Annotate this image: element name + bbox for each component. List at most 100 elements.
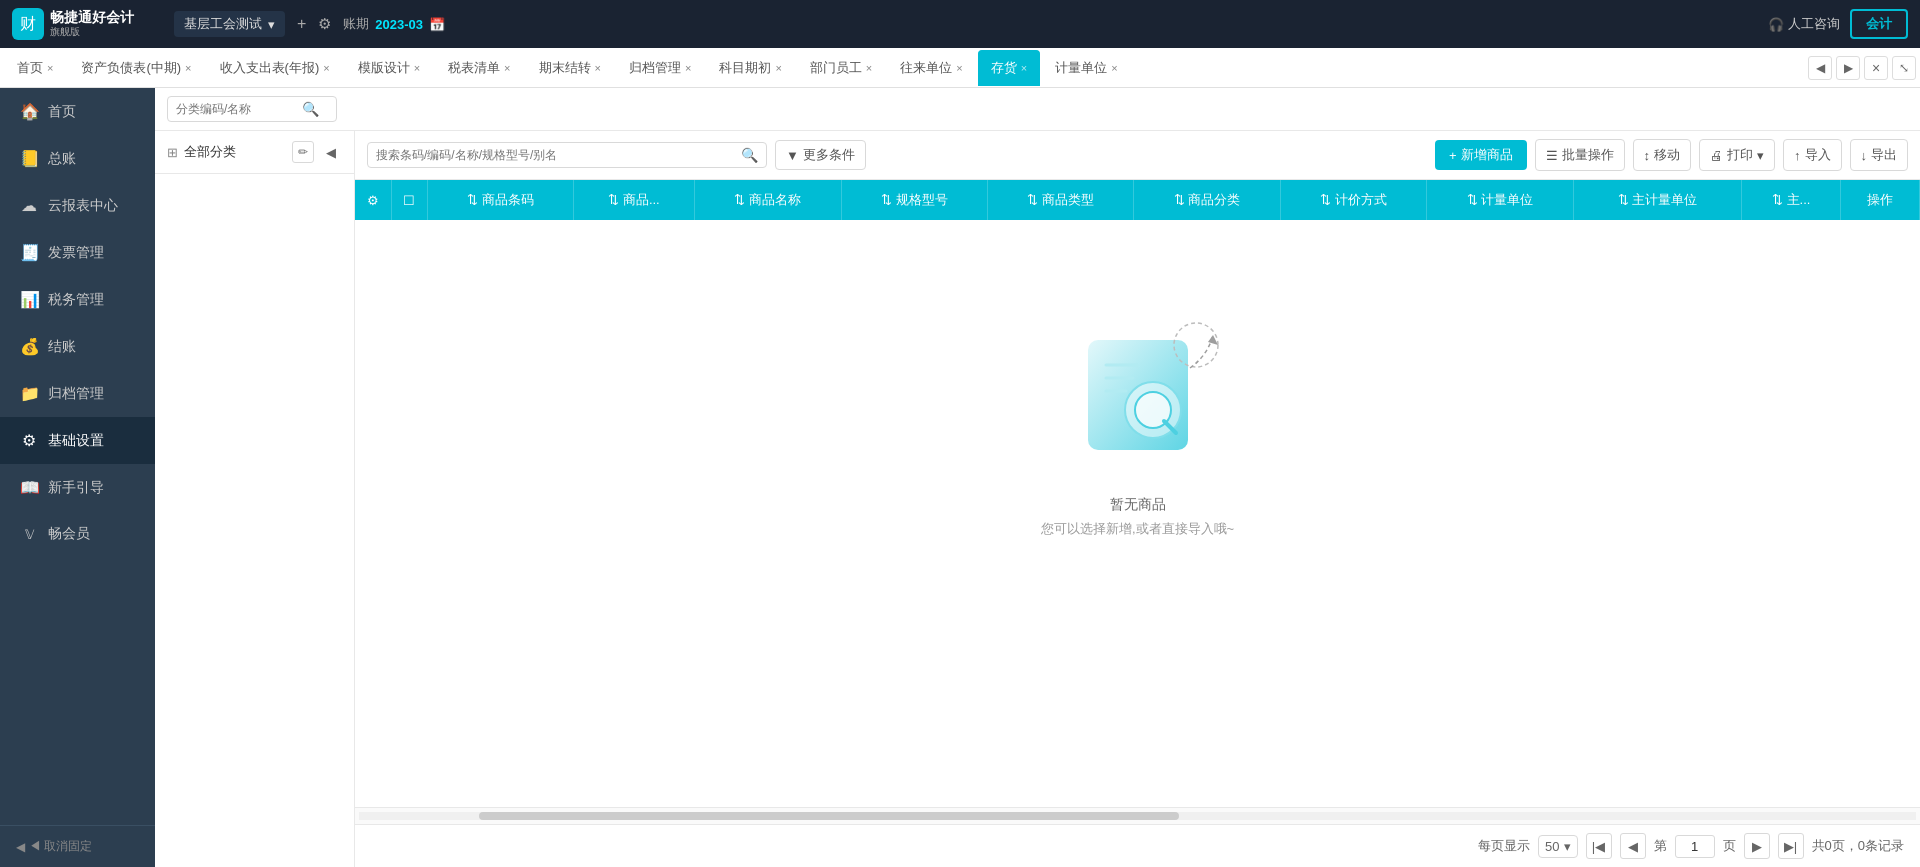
category-search-box[interactable]: 🔍: [167, 96, 337, 122]
tab-template-close[interactable]: ×: [414, 62, 420, 74]
empty-sub-text: 您可以选择新增,或者直接导入哦~: [1041, 520, 1234, 538]
tab-period-close[interactable]: ×: [595, 62, 601, 74]
tab-prev-btn[interactable]: ◀: [1808, 56, 1832, 80]
page-first-btn[interactable]: |◀: [1586, 833, 1612, 859]
content-split: ⊞ 全部分类 ✏ ◀: [155, 131, 1920, 867]
sidebar-item-guide[interactable]: 📖 新手引导: [0, 464, 155, 511]
scrollbar-track[interactable]: [479, 812, 1179, 820]
tab-tax-close[interactable]: ×: [504, 62, 510, 74]
tab-archive-close[interactable]: ×: [685, 62, 691, 74]
tab-balance-sheet-close[interactable]: ×: [185, 62, 191, 74]
ai-consult-btn[interactable]: 🎧 人工咨询: [1768, 15, 1840, 33]
th-main-unit[interactable]: ⇅ 主计量单位: [1573, 180, 1741, 220]
category-edit-btn[interactable]: ✏: [292, 141, 314, 163]
page-next-btn[interactable]: ▶: [1744, 833, 1770, 859]
tab-inventory-close[interactable]: ×: [1021, 62, 1027, 74]
th-category[interactable]: ⇅ 商品分类: [1134, 180, 1280, 220]
table-container: ⚙ ☐ ⇅ 商品条码 ⇅ 商品... ⇅ 商品名称: [355, 180, 1920, 807]
table-header: ⚙ ☐ ⇅ 商品条码 ⇅ 商品... ⇅ 商品名称: [355, 180, 1920, 220]
th-main-unit2[interactable]: ⇅ 主...: [1741, 180, 1840, 220]
tab-expand-btn[interactable]: ⤡: [1892, 56, 1916, 80]
tab-unit-close[interactable]: ×: [1111, 62, 1117, 74]
th-name[interactable]: ⇅ 商品名称: [695, 180, 841, 220]
tab-home[interactable]: 首页 ×: [4, 50, 66, 86]
main-layout: 🏠 首页 📒 总账 ☁ 云报表中心 🧾 发票管理 📊 税务管理 💰 结账 📁 归…: [0, 88, 1920, 867]
category-search-icon[interactable]: 🔍: [302, 101, 319, 117]
grid-icon: ⊞: [167, 145, 178, 160]
sidebar-item-invoice[interactable]: 🧾 发票管理: [0, 229, 155, 276]
product-search-input[interactable]: [376, 148, 735, 162]
more-filter-btn[interactable]: ▼ 更多条件: [775, 140, 866, 170]
th-pricing[interactable]: ⇅ 计价方式: [1280, 180, 1426, 220]
tab-income-statement[interactable]: 收入支出表(年报) ×: [207, 50, 343, 86]
tab-tax-list[interactable]: 税表清单 ×: [435, 50, 523, 86]
all-category-btn[interactable]: 全部分类: [184, 143, 236, 161]
move-btn[interactable]: ↕ 移动: [1633, 139, 1692, 171]
add-product-btn[interactable]: + 新增商品: [1435, 140, 1527, 170]
settings-icon[interactable]: ⚙: [318, 15, 331, 33]
tab-unit[interactable]: 计量单位 ×: [1042, 50, 1130, 86]
sidebar-item-ledger[interactable]: 📒 总账: [0, 135, 155, 182]
left-panel: ⊞ 全部分类 ✏ ◀: [155, 131, 355, 867]
tab-template-design[interactable]: 模版设计 ×: [345, 50, 433, 86]
category-search-input[interactable]: [176, 102, 296, 116]
tab-close-all-btn[interactable]: ×: [1864, 56, 1888, 80]
calendar-icon[interactable]: 📅: [429, 17, 445, 32]
period-info: 账期 2023-03 📅: [343, 15, 445, 33]
header-right: 🎧 人工咨询 会计: [1768, 9, 1908, 39]
tab-dept-staff[interactable]: 部门员工 ×: [797, 50, 885, 86]
th-barcode[interactable]: ⇅ 商品条码: [427, 180, 573, 220]
product-search-box[interactable]: 🔍: [367, 142, 767, 168]
print-icon: 🖨: [1710, 148, 1723, 163]
export-btn[interactable]: ↓ 导出: [1850, 139, 1909, 171]
sidebar-collapse-btn[interactable]: ◀ ◀ 取消固定: [0, 825, 155, 867]
page-last-btn[interactable]: ▶|: [1778, 833, 1804, 859]
sidebar-item-basic-settings[interactable]: ⚙ 基础设置: [0, 417, 155, 464]
th-spec[interactable]: ⇅ 规格型号: [841, 180, 987, 220]
sidebar-item-cloud-report[interactable]: ☁ 云报表中心: [0, 182, 155, 229]
th-type[interactable]: ⇅ 商品类型: [987, 180, 1133, 220]
tab-income-close[interactable]: ×: [323, 62, 329, 74]
tab-subject-init[interactable]: 科目期初 ×: [706, 50, 794, 86]
page-input[interactable]: [1675, 835, 1715, 858]
sidebar-item-closing[interactable]: 💰 结账: [0, 323, 155, 370]
tab-partner-close[interactable]: ×: [956, 62, 962, 74]
home-icon: 🏠: [20, 102, 38, 121]
sidebar-label-ledger: 总账: [48, 150, 76, 168]
tab-balance-sheet[interactable]: 资产负债表(中期) ×: [68, 50, 204, 86]
account-button[interactable]: 会计: [1850, 9, 1908, 39]
panel-collapse-btn[interactable]: ◀: [320, 141, 342, 163]
tab-subject-close[interactable]: ×: [775, 62, 781, 74]
sidebar-item-home[interactable]: 🏠 首页: [0, 88, 155, 135]
empty-svg: [1038, 300, 1238, 470]
page-size-select[interactable]: 50 ▾: [1538, 835, 1577, 858]
product-search-icon[interactable]: 🔍: [741, 147, 758, 163]
th-code[interactable]: ⇅ 商品...: [573, 180, 694, 220]
horizontal-scrollbar[interactable]: [359, 812, 1916, 820]
export-label: 导出: [1871, 146, 1897, 164]
archive-icon: 📁: [20, 384, 38, 403]
tab-inventory[interactable]: 存货 ×: [978, 50, 1040, 86]
sidebar-item-archive[interactable]: 📁 归档管理: [0, 370, 155, 417]
batch-operation-btn[interactable]: ☰ 批量操作: [1535, 139, 1625, 171]
sidebar-item-member[interactable]: 𝕍 畅会员: [0, 511, 155, 557]
th-checkbox[interactable]: ☐: [391, 180, 427, 220]
page-prev-btn[interactable]: ◀: [1620, 833, 1646, 859]
print-dropdown-icon: ▾: [1757, 148, 1764, 163]
tab-period-transfer[interactable]: 期末结转 ×: [526, 50, 614, 86]
tab-next-btn[interactable]: ▶: [1836, 56, 1860, 80]
import-btn[interactable]: ↑ 导入: [1783, 139, 1842, 171]
move-label: 移动: [1654, 146, 1680, 164]
tab-partner[interactable]: 往来单位 ×: [887, 50, 975, 86]
period-label: 账期: [343, 15, 369, 33]
add-tab-icon[interactable]: +: [297, 15, 306, 33]
tab-dept-close[interactable]: ×: [866, 62, 872, 74]
sidebar-item-tax[interactable]: 📊 税务管理: [0, 276, 155, 323]
tab-bar: 首页 × 资产负债表(中期) × 收入支出表(年报) × 模版设计 × 税表清单…: [0, 48, 1920, 88]
tab-home-close[interactable]: ×: [47, 62, 53, 74]
th-unit[interactable]: ⇅ 计量单位: [1427, 180, 1573, 220]
company-selector[interactable]: 基层工会测试 ▾: [174, 11, 285, 37]
th-settings[interactable]: ⚙: [355, 180, 391, 220]
tab-archive[interactable]: 归档管理 ×: [616, 50, 704, 86]
print-btn[interactable]: 🖨 打印 ▾: [1699, 139, 1775, 171]
